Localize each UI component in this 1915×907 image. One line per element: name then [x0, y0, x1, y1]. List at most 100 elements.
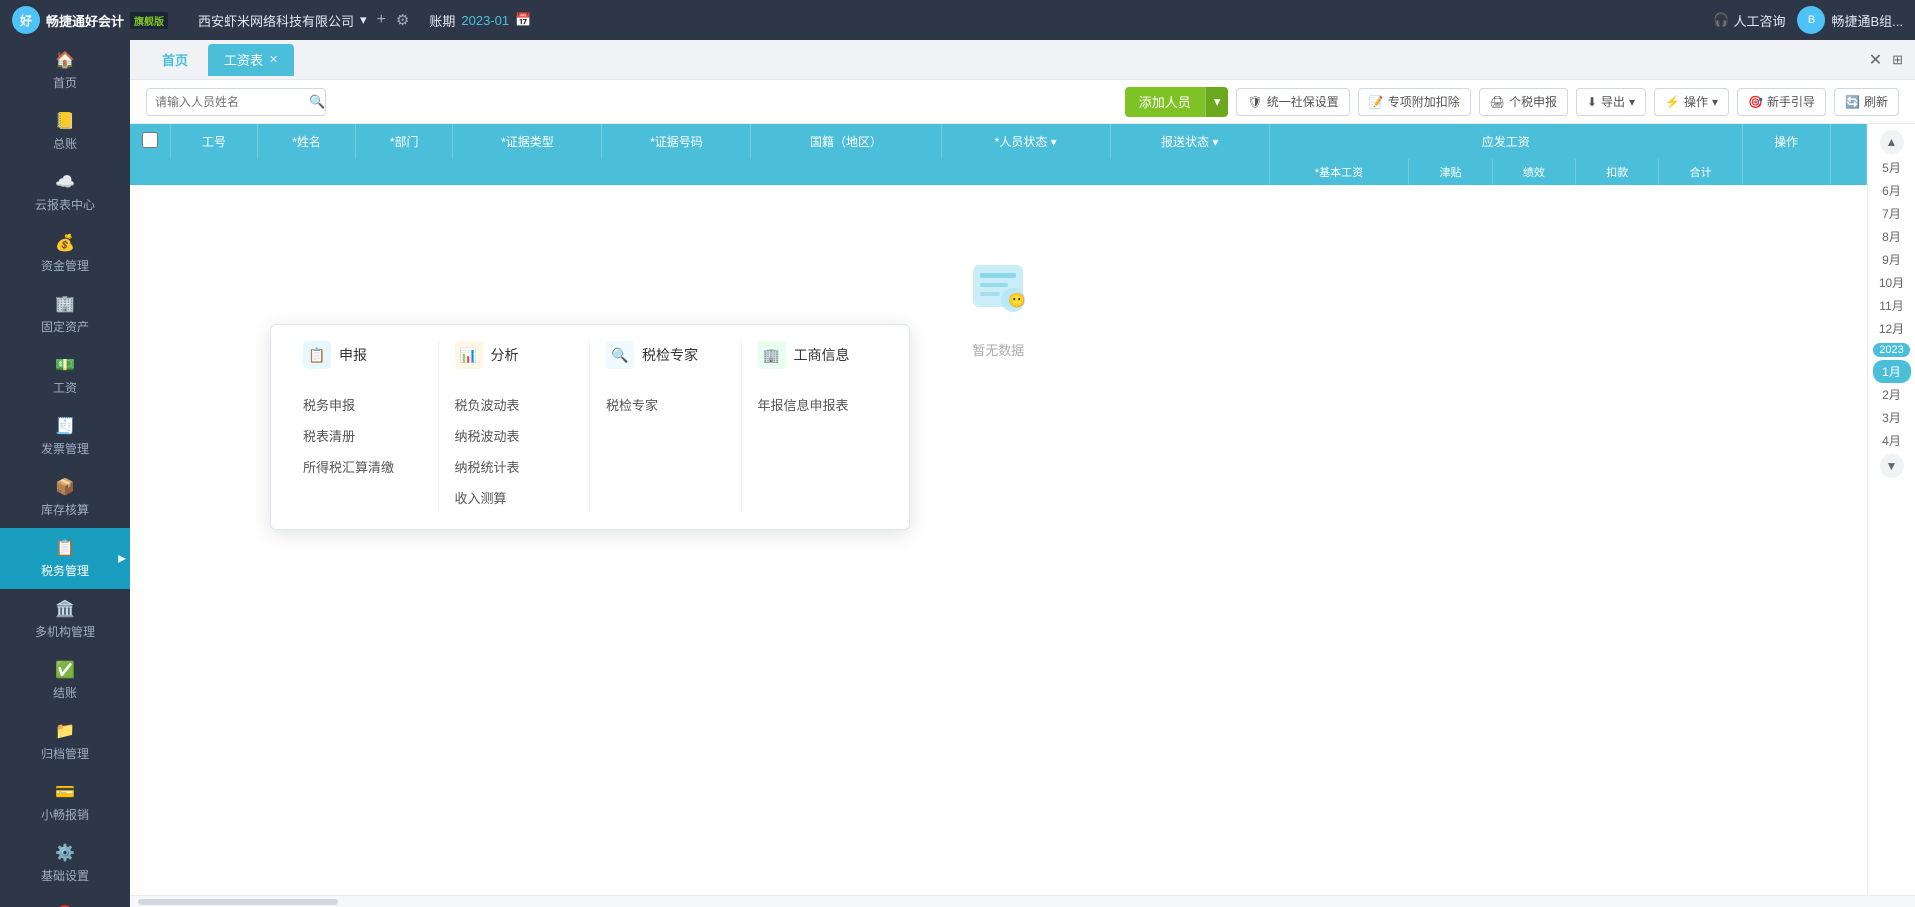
timeline-month-8[interactable]: 8月 — [1873, 225, 1911, 248]
help-btn[interactable]: 🎧 人工咨询 — [1713, 11, 1785, 30]
sidebar-item-basic[interactable]: ⚙️ 基础设置 — [0, 833, 130, 894]
menu-item-tax-book[interactable]: 税表清册 — [303, 420, 422, 451]
user-avatar: B — [1797, 6, 1825, 34]
col-status: *人员状态 ▾ — [941, 124, 1110, 159]
menu-item-income-tax[interactable]: 所得税汇算清缴 — [303, 451, 422, 482]
export-btn[interactable]: ⬇ 导出 ▾ — [1576, 88, 1646, 116]
report-filter-icon[interactable]: ▾ — [1212, 135, 1218, 149]
sidebar-item-closing[interactable]: ✅ 结账 — [0, 650, 130, 711]
tab-home[interactable]: 首页 — [146, 44, 204, 76]
shield-icon: 🛡 — [1247, 95, 1262, 109]
guide-btn[interactable]: 🎯 新手引导 — [1737, 88, 1826, 116]
operation-btn[interactable]: ⚡ 操作 ▾ — [1654, 88, 1729, 116]
sub-col-action — [1830, 159, 1867, 185]
export-dropdown-icon: ▾ — [1629, 95, 1635, 109]
col-checkbox — [130, 124, 170, 159]
assets-icon: 🏢 — [55, 294, 75, 314]
col-id-type: *证据类型 — [453, 124, 602, 159]
menu-item-income-estimate[interactable]: 收入测算 — [455, 482, 574, 513]
tab-salary[interactable]: 工资表 ✕ — [208, 44, 294, 76]
sidebar-item-inventory[interactable]: 📦 库存核算 — [0, 467, 130, 528]
timeline-month-5[interactable]: 5月 — [1873, 156, 1911, 179]
close-window-icon[interactable]: ✕ — [1869, 50, 1882, 70]
table-header-row: 工号 *姓名 *部门 *证据类型 *证据号码 国籍（地区） *人员状态 ▾ — [130, 124, 1867, 159]
timeline-month-11[interactable]: 11月 — [1873, 294, 1911, 317]
period-info: 账期 2023-01 📅 — [429, 11, 531, 30]
special-deduct-btn[interactable]: 📝 专项附加扣除 — [1358, 88, 1471, 116]
add-company-icon[interactable]: + — [377, 11, 386, 29]
company-selector[interactable]: 西安虾米网络科技有限公司 ▾ — [198, 11, 367, 30]
tab-salary-label: 工资表 — [224, 50, 263, 69]
tax-return-btn[interactable]: 🖨 个税申报 — [1479, 88, 1568, 116]
social-security-btn[interactable]: 🛡 统一社保设置 — [1236, 88, 1349, 116]
menu-item-tax-report[interactable]: 税务申报 — [303, 389, 422, 420]
archive-icon: 📁 — [55, 721, 75, 741]
analysis-section-icon: 📊 — [455, 341, 483, 369]
timeline-month-7[interactable]: 7月 — [1873, 202, 1911, 225]
col-name: *姓名 — [258, 124, 356, 159]
sidebar-item-ledger[interactable]: 📒 总账 — [0, 101, 130, 162]
xiaochang-icon: 💳 — [55, 782, 75, 802]
horizontal-scrollbar[interactable] — [138, 899, 338, 905]
timeline-month-10[interactable]: 10月 — [1873, 271, 1911, 294]
inventory-icon: 📦 — [55, 477, 75, 497]
svg-text:😶: 😶 — [1008, 292, 1025, 308]
sidebar-item-tax[interactable]: 📋 税务管理 ▶ — [0, 528, 130, 589]
empty-text: 暂无数据 — [972, 340, 1024, 359]
sidebar-item-cloud-report[interactable]: ☁️ 云报表中心 — [0, 162, 130, 223]
sidebar-item-fund[interactable]: 💰 资金管理 — [0, 223, 130, 284]
user-area[interactable]: B 畅捷通B组... — [1797, 6, 1903, 34]
menu-item-annual-report[interactable]: 年报信息申报表 — [758, 389, 878, 420]
sidebar-item-invoice[interactable]: 🧾 发票管理 — [0, 406, 130, 467]
sub-col-performance: 绩效 — [1492, 159, 1575, 185]
cloud-icon: ☁️ — [55, 172, 75, 192]
timeline-month-12[interactable]: 12月 — [1873, 317, 1911, 340]
menu-item-tax-fluctuation[interactable]: 纳税波动表 — [455, 420, 574, 451]
table-timeline-wrapper: 工号 *姓名 *部门 *证据类型 *证据号码 国籍（地区） *人员状态 ▾ — [130, 124, 1915, 895]
timeline-month-4[interactable]: 4月 — [1873, 429, 1911, 452]
operation-icon: ⚡ — [1665, 95, 1680, 109]
tax-expert-section-icon: 🔍 — [606, 341, 634, 369]
timeline-nav-down-btn[interactable]: ▼ — [1880, 454, 1904, 478]
timeline-month-1-active[interactable]: 1月 — [1873, 360, 1911, 383]
select-all-checkbox[interactable] — [142, 132, 158, 148]
search-input[interactable] — [155, 95, 305, 109]
sub-spacer — [130, 159, 1269, 185]
timeline-month-6[interactable]: 6月 — [1873, 179, 1911, 202]
sidebar-label-inventory: 库存核算 — [41, 501, 89, 518]
sidebar-item-salary[interactable]: 💵 工资 — [0, 345, 130, 406]
app-version: 旗舰版 — [130, 12, 168, 29]
sidebar-item-home[interactable]: 🏠 首页 — [0, 40, 130, 101]
refresh-btn[interactable]: 🔄 刷新 — [1834, 88, 1899, 116]
sidebar-item-xiaochang[interactable]: 💳 小畅报销 — [0, 772, 130, 833]
add-person-dropdown-btn[interactable]: ▾ — [1205, 87, 1229, 117]
menu-item-tax-burden[interactable]: 税负波动表 — [455, 389, 574, 420]
sub-col-allowance: 津贴 — [1409, 159, 1492, 185]
sidebar-item-multi-org[interactable]: 🏛️ 多机构管理 — [0, 589, 130, 650]
sidebar-item-assets[interactable]: 🏢 固定资产 — [0, 284, 130, 345]
status-filter-icon[interactable]: ▾ — [1051, 135, 1057, 149]
menu-section-header-report: 📋 申报 — [303, 341, 422, 377]
maximize-window-icon[interactable]: ⊞ — [1892, 52, 1903, 68]
timeline-month-3[interactable]: 3月 — [1873, 406, 1911, 429]
logo-area: 好 畅捷通好会计 旗舰版 — [12, 6, 168, 34]
menu-item-tax-stats[interactable]: 纳税统计表 — [455, 451, 574, 482]
user-name: 畅捷通B组... — [1831, 11, 1903, 30]
tab-close-icon[interactable]: ✕ — [269, 53, 278, 66]
report-section-icon: 📋 — [303, 341, 331, 369]
sidebar-item-guide[interactable]: 🎯 新手引导 — [0, 894, 130, 907]
sidebar-item-archive[interactable]: 📁 归档管理 — [0, 711, 130, 772]
col-action — [1830, 124, 1867, 159]
calendar-icon[interactable]: 📅 — [515, 12, 531, 28]
timeline-month-2[interactable]: 2月 — [1873, 383, 1911, 406]
settings-icon[interactable]: ⚙ — [396, 11, 409, 29]
add-person-main-btn[interactable]: 添加人员 — [1125, 87, 1205, 117]
timeline-month-9[interactable]: 9月 — [1873, 248, 1911, 271]
menu-section-header-business: 🏢 工商信息 — [758, 341, 878, 377]
export-icon: ⬇ — [1587, 95, 1597, 109]
menu-item-tax-expert[interactable]: 税检专家 — [606, 389, 725, 420]
scrollbar-area — [130, 895, 1915, 907]
sidebar-label-salary: 工资 — [53, 379, 77, 396]
timeline-nav-up-btn[interactable]: ▲ — [1880, 130, 1904, 154]
invoice-icon: 🧾 — [55, 416, 75, 436]
